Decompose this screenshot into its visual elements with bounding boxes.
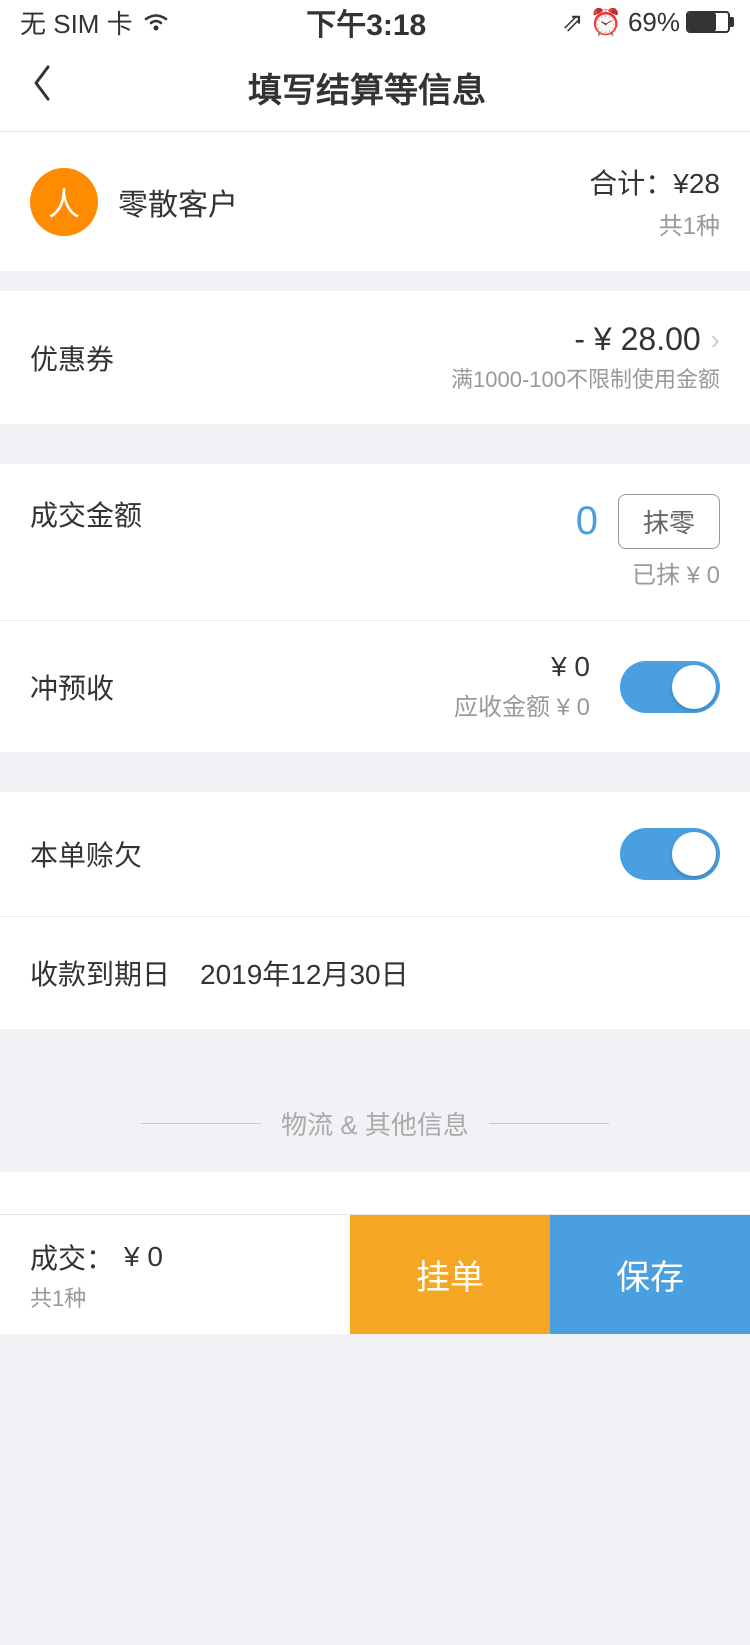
prereceive-values: ¥ 0 应收金额 ¥ 0 (454, 651, 590, 722)
bottom-actions: 挂单 保存 (350, 1215, 750, 1334)
battery-icon (686, 11, 730, 33)
nav-bar: 填写结算等信息 (0, 44, 750, 132)
duedate-label: 收款到期日 (30, 953, 170, 993)
save-button[interactable]: 保存 (550, 1215, 750, 1334)
discount-amount: - ¥ 28.00 (574, 321, 700, 358)
prereceive-main-value: ¥ 0 (454, 651, 590, 683)
discount-desc: 满1000-100不限制使用金额 (451, 362, 720, 394)
duedate-row: 收款到期日 2019年12月30日 (0, 917, 750, 1029)
customer-total: 合计：¥28 (589, 162, 720, 202)
transaction-card: 成交金额 0 抹零 已抹 ¥ 0 冲预收 ¥ 0 应收金额 ¥ 0 (0, 464, 750, 752)
bottom-summary-label: 成交： (30, 1237, 114, 1277)
debit-card: 本单赊欠 收款到期日 2019年12月30日 (0, 792, 750, 1029)
debit-toggle[interactable] (620, 828, 720, 880)
bottom-summary-value: ¥ 0 (124, 1241, 163, 1273)
amount-input-area: 0 抹零 (576, 494, 720, 549)
content-area: 人 零散客户 合计：¥28 共1种 优惠券 - ¥ 28.00 › 满1000-… (0, 132, 750, 1645)
discount-right: - ¥ 28.00 › 满1000-100不限制使用金额 (451, 321, 720, 394)
customer-card: 人 零散客户 合计：¥28 共1种 (0, 132, 750, 271)
amount-sub: 已抹 ¥ 0 (632, 555, 720, 590)
avatar-icon: 人 (48, 179, 80, 225)
discount-card[interactable]: 优惠券 - ¥ 28.00 › 满1000-100不限制使用金额 (0, 291, 750, 424)
amount-row: 成交金额 0 抹零 已抹 ¥ 0 (0, 464, 750, 621)
sim-status: 无 SIM 卡 (20, 4, 133, 41)
debit-toggle-knob (672, 832, 716, 876)
logistics-title-text: 物流 & 其他信息 (281, 1105, 469, 1142)
prereceive-label: 冲预收 (30, 667, 114, 707)
debit-row: 本单赊欠 (0, 792, 750, 917)
customer-left: 人 零散客户 (30, 168, 238, 236)
prereceive-toggle[interactable] (620, 661, 720, 713)
bottom-summary-sub: 共1种 (30, 1281, 320, 1313)
discount-label: 优惠券 (30, 338, 114, 378)
section-divider-3 (0, 1049, 750, 1069)
alarm-icon: ⏰ (590, 7, 622, 38)
back-button[interactable] (30, 63, 74, 112)
customer-right: 合计：¥28 共1种 (589, 162, 720, 241)
debit-label: 本单赊欠 (30, 834, 142, 874)
page-title: 填写结算等信息 (74, 63, 660, 112)
prereceive-right: ¥ 0 应收金额 ¥ 0 (454, 651, 720, 722)
toggle-knob (672, 665, 716, 709)
bottom-summary-main: 成交： ¥ 0 (30, 1237, 320, 1277)
section-divider-2 (0, 772, 750, 792)
prereceive-sub-value: 应收金额 ¥ 0 (454, 687, 590, 722)
avatar: 人 (30, 168, 98, 236)
logistics-line-right (489, 1123, 609, 1124)
status-right: ⇗ ⏰ 69% (562, 7, 730, 38)
amount-right: 0 抹零 已抹 ¥ 0 (576, 494, 720, 590)
status-left: 无 SIM 卡 (20, 4, 171, 41)
empty-area (0, 1305, 750, 1505)
bottom-bar: 成交： ¥ 0 共1种 挂单 保存 (0, 1214, 750, 1334)
bottom-summary: 成交： ¥ 0 共1种 (0, 1237, 350, 1313)
location-icon: ⇗ (562, 7, 584, 38)
amount-label: 成交金额 (30, 494, 142, 534)
amount-value[interactable]: 0 (576, 499, 598, 544)
prereceive-row: 冲预收 ¥ 0 应收金额 ¥ 0 (0, 621, 750, 752)
status-time: 下午3:18 (306, 0, 426, 44)
battery-percent: 69% (628, 7, 680, 38)
round-button[interactable]: 抹零 (618, 494, 720, 549)
chevron-right-icon: › (711, 324, 720, 356)
status-bar: 无 SIM 卡 下午3:18 ⇗ ⏰ 69% (0, 0, 750, 44)
wifi-icon (141, 7, 171, 38)
duedate-value[interactable]: 2019年12月30日 (200, 953, 409, 993)
logistics-header: 物流 & 其他信息 (0, 1069, 750, 1172)
logistics-line-left (141, 1123, 261, 1124)
discount-row[interactable]: 优惠券 - ¥ 28.00 › 满1000-100不限制使用金额 (0, 291, 750, 424)
customer-row: 人 零散客户 合计：¥28 共1种 (0, 132, 750, 271)
customer-name: 零散客户 (118, 180, 238, 224)
customer-count: 共1种 (589, 206, 720, 241)
logistics-title: 物流 & 其他信息 (141, 1105, 609, 1142)
hang-button[interactable]: 挂单 (350, 1215, 550, 1334)
section-divider-1 (0, 444, 750, 464)
